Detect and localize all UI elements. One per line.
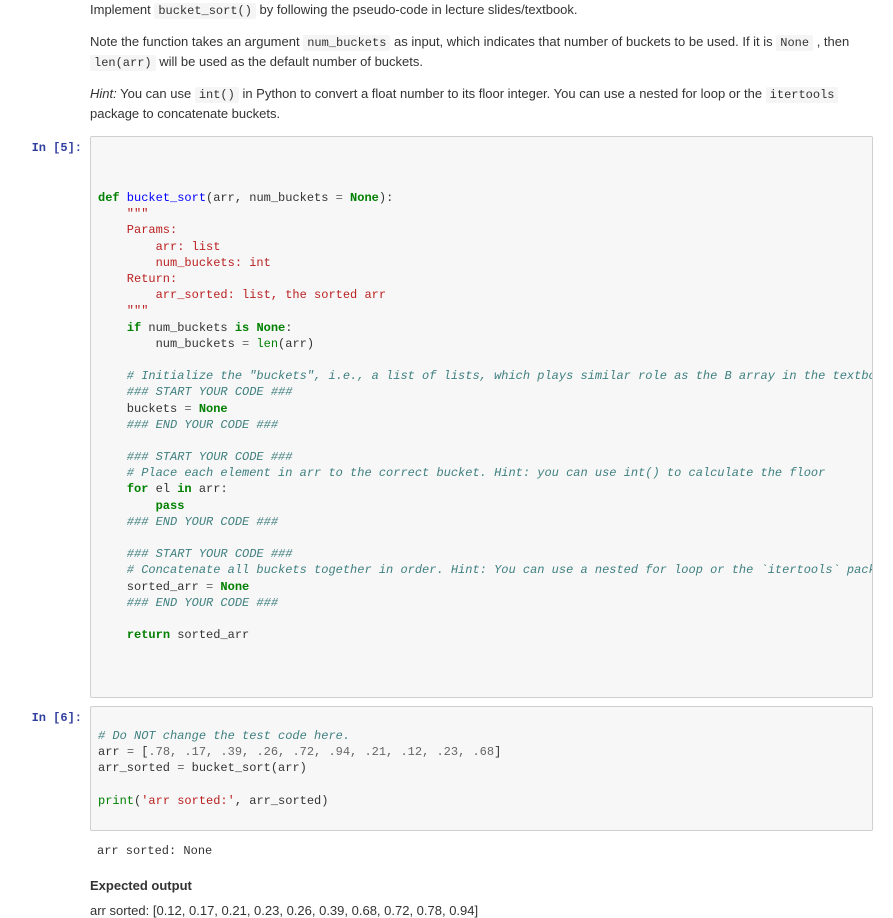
comment: # Concatenate all buckets together in or… (98, 563, 873, 577)
instruction-para-2: Note the function takes an argument num_… (90, 32, 873, 72)
text: in Python to convert a float number to i… (239, 86, 766, 101)
comment: ### END YOUR CODE ### (98, 418, 278, 432)
code-text: (arr) (278, 337, 314, 351)
builtin-print: print (98, 794, 134, 808)
docstring: arr_sorted: list, the sorted arr (98, 288, 386, 302)
expected-output-text: arr sorted: [0.12, 0.17, 0.21, 0.23, 0.2… (20, 903, 873, 918)
kw-pass: pass (156, 499, 185, 513)
code-text: num_buckets (141, 321, 235, 335)
code-text: sorted_arr (98, 580, 206, 594)
kw-return: return (127, 628, 170, 642)
builtin-len: len (256, 337, 278, 351)
inline-code: num_buckets (303, 35, 390, 51)
comment: ### START YOUR CODE ### (98, 450, 292, 464)
text: package to concatenate buckets. (90, 106, 280, 121)
code-input-area[interactable]: def bucket_sort(arr, num_buckets = None)… (90, 136, 873, 698)
comment: ### START YOUR CODE ### (98, 547, 292, 561)
kw-def: def (98, 191, 120, 205)
code-text: ] (494, 745, 501, 759)
text: as input, which indicates that number of… (390, 34, 776, 49)
text: You can use (117, 86, 195, 101)
comment: ### END YOUR CODE ### (98, 596, 278, 610)
code-text: num_buckets (98, 337, 242, 351)
inline-code: bucket_sort() (154, 3, 256, 19)
code-text: arr_sorted (98, 761, 177, 775)
text: by following the pseudo-code in lecture … (256, 2, 578, 17)
cell-prompt: In [6]: (20, 706, 90, 831)
code-text: ( (134, 794, 141, 808)
text: , then (813, 34, 849, 49)
docstring: """ (98, 207, 148, 221)
fn-name: bucket_sort (120, 191, 206, 205)
code-text: (arr, num_buckets (206, 191, 336, 205)
docstring: """ (98, 304, 148, 318)
none-kw: None (192, 402, 228, 416)
cell-output: arr sorted: None (90, 839, 873, 863)
indent (98, 628, 127, 642)
output-prompt (20, 839, 90, 863)
op: = (184, 402, 191, 416)
code-text: [ (134, 745, 148, 759)
op: = (127, 745, 134, 759)
none-kw: None (213, 580, 249, 594)
code-text: bucket_sort(arr) (184, 761, 306, 775)
text: Implement (90, 2, 154, 17)
instruction-para-3: Hint: You can use int() in Python to con… (90, 84, 873, 124)
text: Note the function takes an argument (90, 34, 303, 49)
inline-code: None (776, 35, 813, 51)
instructions: Implement bucket_sort() by following the… (20, 0, 873, 124)
indent (98, 482, 127, 496)
code-cell-5: In [5]: def bucket_sort(arr, num_buckets… (20, 136, 873, 698)
code-text: : (285, 321, 292, 335)
indent (98, 321, 127, 335)
comment: # Do NOT change the test code here. (98, 729, 350, 743)
op: = (177, 761, 184, 775)
code-text: buckets (98, 402, 184, 416)
comment: ### END YOUR CODE ### (98, 515, 278, 529)
string: 'arr sorted:' (141, 794, 235, 808)
inline-code: len(arr) (90, 55, 156, 71)
docstring: Return: (98, 272, 177, 286)
kw-is: is (235, 321, 249, 335)
comment: ### START YOUR CODE ### (98, 385, 292, 399)
output-cell: arr sorted: None (20, 839, 873, 863)
comment: # Place each element in arr to the corre… (98, 466, 825, 480)
code-input-area[interactable]: # Do NOT change the test code here. arr … (90, 706, 873, 831)
none-kw: None (343, 191, 379, 205)
code-text: el (148, 482, 177, 496)
docstring: Params: (98, 223, 177, 237)
code-cell-6: In [6]: # Do NOT change the test code he… (20, 706, 873, 831)
numbers: .78, .17, .39, .26, .72, .94, .21, .12, … (148, 745, 494, 759)
inline-code: itertools (766, 87, 839, 103)
code-text: , arr_sorted) (235, 794, 329, 808)
kw-in: in (177, 482, 191, 496)
op: = (336, 191, 343, 205)
code-text: sorted_arr (170, 628, 249, 642)
comment: # Initialize the "buckets", i.e., a list… (98, 369, 873, 383)
text: will be used as the default number of bu… (156, 54, 423, 69)
code-text: arr (98, 745, 127, 759)
instruction-para-1: Implement bucket_sort() by following the… (90, 0, 873, 20)
indent (98, 499, 156, 513)
code-text: arr: (192, 482, 228, 496)
kw-for: for (127, 482, 149, 496)
expected-output-heading: Expected output (20, 878, 873, 893)
kw-if: if (127, 321, 141, 335)
none-kw: None (249, 321, 285, 335)
docstring: arr: list (98, 240, 220, 254)
inline-code: int() (195, 87, 239, 103)
hint-label: Hint: (90, 86, 117, 101)
cell-prompt: In [5]: (20, 136, 90, 698)
code-text: ): (379, 191, 393, 205)
docstring: num_buckets: int (98, 256, 271, 270)
